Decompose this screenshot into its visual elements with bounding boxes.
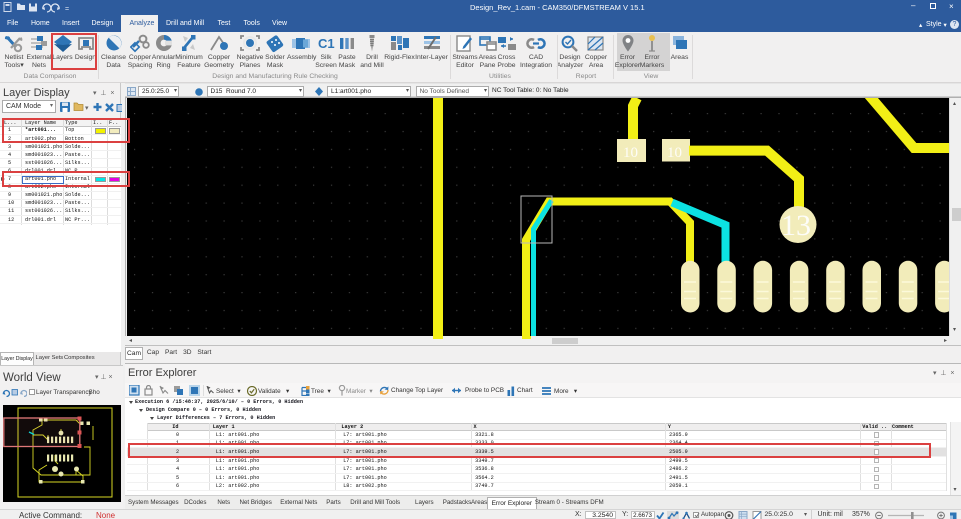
svg-text:=: = [65, 6, 69, 13]
svg-text:10: 10 [623, 145, 638, 161]
svg-text:13: 13 [781, 209, 811, 242]
svg-text:10: 10 [667, 145, 682, 161]
svg-text:▾: ▾ [85, 105, 89, 112]
svg-text:C1: C1 [318, 36, 335, 51]
